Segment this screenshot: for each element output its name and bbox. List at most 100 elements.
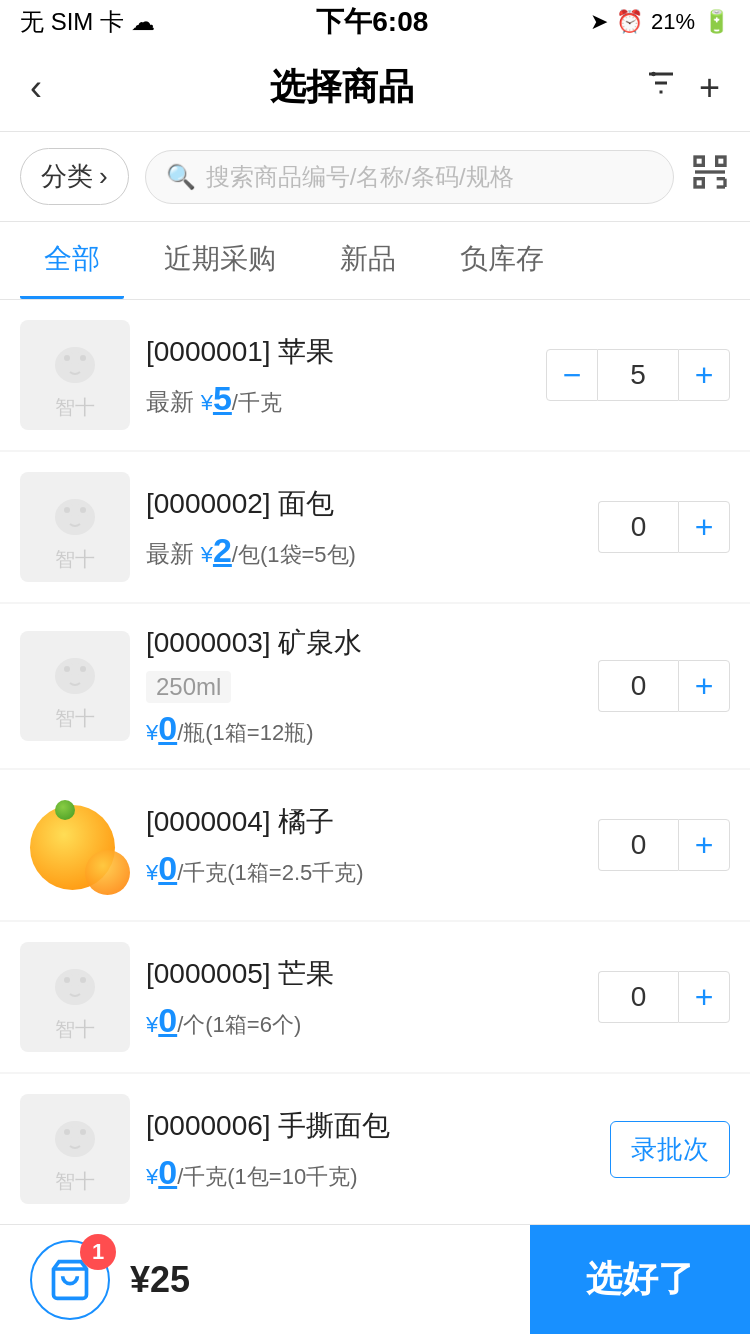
- svg-point-24: [64, 666, 70, 672]
- increase-button[interactable]: +: [678, 971, 730, 1023]
- battery-icon: 🔋: [703, 9, 730, 35]
- status-time: 下午6:08: [316, 3, 428, 41]
- tab-new[interactable]: 新品: [316, 222, 420, 299]
- quantity-input[interactable]: [598, 971, 678, 1023]
- search-icon: 🔍: [166, 163, 196, 191]
- product-image: [20, 790, 130, 900]
- svg-rect-5: [717, 157, 725, 165]
- placeholder-logo: 智十: [45, 1104, 105, 1195]
- quantity-control: − +: [546, 349, 730, 401]
- list-item: 智十 [0000005] 芒果 ¥0/个(1箱=6个) +: [0, 922, 750, 1072]
- nav-right: +: [643, 65, 720, 110]
- svg-point-16: [55, 499, 95, 535]
- add-button[interactable]: +: [699, 67, 720, 109]
- confirm-button[interactable]: 选好了: [530, 1225, 750, 1335]
- scan-button[interactable]: [690, 152, 730, 201]
- product-price: ¥0/千克(1包=10千克): [146, 1153, 594, 1192]
- product-price: ¥0/个(1箱=6个): [146, 1001, 582, 1040]
- status-left: 无 SIM 卡 ☁: [20, 6, 155, 38]
- product-name: [0000002] 面包: [146, 485, 582, 523]
- product-price: ¥0/瓶(1箱=12瓶): [146, 709, 582, 748]
- svg-point-35: [80, 1129, 86, 1135]
- product-image: 智十: [20, 320, 130, 430]
- quantity-control: +: [598, 819, 730, 871]
- product-info: [0000006] 手撕面包 ¥0/千克(1包=10千克): [146, 1107, 594, 1192]
- increase-button[interactable]: +: [678, 819, 730, 871]
- search-placeholder: 搜索商品编号/名称/条码/规格: [206, 161, 514, 193]
- svg-point-11: [55, 347, 95, 383]
- product-image: 智十: [20, 942, 130, 1052]
- alarm-icon: ⏰: [616, 9, 643, 35]
- cart-badge: 1: [80, 1234, 116, 1270]
- batch-button[interactable]: 录批次: [610, 1121, 730, 1178]
- svg-point-34: [64, 1129, 70, 1135]
- nav-bar: ‹ 选择商品 +: [0, 44, 750, 132]
- list-item: 智十 [0000001] 苹果 最新 ¥5/千克 − +: [0, 300, 750, 450]
- svg-point-15: [80, 355, 86, 361]
- cart-total: ¥25: [130, 1259, 190, 1301]
- product-name: [0000003] 矿泉水: [146, 624, 582, 662]
- svg-point-30: [80, 977, 86, 983]
- back-button[interactable]: ‹: [30, 67, 42, 109]
- quantity-input[interactable]: [598, 660, 678, 712]
- category-arrow: ›: [99, 161, 108, 192]
- product-image: 智十: [20, 472, 130, 582]
- list-item: [0000004] 橘子 ¥0/千克(1箱=2.5千克) +: [0, 770, 750, 920]
- svg-point-26: [55, 969, 95, 1005]
- product-price: 最新 ¥2/包(1袋=5包): [146, 531, 582, 570]
- quantity-control: +: [598, 501, 730, 553]
- increase-button[interactable]: +: [678, 349, 730, 401]
- quantity-input[interactable]: [598, 501, 678, 553]
- nav-left: ‹: [30, 67, 42, 109]
- status-bar: 无 SIM 卡 ☁ 下午6:08 ➤ ⏰ 21% 🔋: [0, 0, 750, 44]
- cart-button[interactable]: 1: [30, 1240, 110, 1320]
- placeholder-logo: 智十: [45, 330, 105, 421]
- svg-point-21: [55, 658, 95, 694]
- product-name: [0000005] 芒果: [146, 955, 582, 993]
- svg-point-25: [80, 666, 86, 672]
- product-image: 智十: [20, 1094, 130, 1204]
- list-item: 智十 [0000002] 面包 最新 ¥2/包(1袋=5包) +: [0, 452, 750, 602]
- product-price: ¥0/千克(1箱=2.5千克): [146, 849, 582, 888]
- tab-negative[interactable]: 负库存: [436, 222, 568, 299]
- location-icon: ➤: [590, 9, 608, 35]
- increase-button[interactable]: +: [678, 660, 730, 712]
- quantity-control: +: [598, 971, 730, 1023]
- product-info: [0000004] 橘子 ¥0/千克(1箱=2.5千克): [146, 803, 582, 888]
- status-right: ➤ ⏰ 21% 🔋: [590, 9, 730, 35]
- placeholder-logo: 智十: [45, 641, 105, 732]
- product-info: [0000003] 矿泉水 250ml ¥0/瓶(1箱=12瓶): [146, 624, 582, 748]
- bottom-bar: 1 ¥25 选好了: [0, 1224, 750, 1334]
- svg-point-14: [64, 355, 70, 361]
- quantity-input[interactable]: [598, 349, 678, 401]
- svg-point-3: [651, 72, 656, 77]
- category-button[interactable]: 分类 ›: [20, 148, 129, 205]
- product-name: [0000006] 手撕面包: [146, 1107, 594, 1145]
- list-item: 智十 [0000006] 手撕面包 ¥0/千克(1包=10千克) 录批次: [0, 1074, 750, 1224]
- product-spec: 250ml: [146, 671, 231, 703]
- product-info: [0000002] 面包 最新 ¥2/包(1袋=5包): [146, 485, 582, 570]
- product-name: [0000001] 苹果: [146, 333, 530, 371]
- page-title: 选择商品: [270, 63, 414, 112]
- increase-button[interactable]: +: [678, 501, 730, 553]
- quantity-input[interactable]: [598, 819, 678, 871]
- svg-point-31: [55, 1121, 95, 1157]
- product-price: 最新 ¥5/千克: [146, 379, 530, 418]
- filter-button[interactable]: [643, 65, 679, 110]
- svg-point-19: [64, 507, 70, 513]
- cart-section: 1 ¥25: [0, 1240, 530, 1320]
- tab-all[interactable]: 全部: [20, 222, 124, 299]
- tab-recent[interactable]: 近期采购: [140, 222, 300, 299]
- category-label: 分类: [41, 159, 93, 194]
- search-box[interactable]: 🔍 搜索商品编号/名称/条码/规格: [145, 150, 674, 204]
- svg-point-29: [64, 977, 70, 983]
- placeholder-logo: 智十: [45, 482, 105, 573]
- list-item: 智十 [0000003] 矿泉水 250ml ¥0/瓶(1箱=12瓶) +: [0, 604, 750, 768]
- quantity-control: 录批次: [610, 1121, 730, 1178]
- quantity-control: +: [598, 660, 730, 712]
- battery-status: 21%: [651, 9, 695, 35]
- placeholder-logo: 智十: [45, 952, 105, 1043]
- product-image: 智十: [20, 631, 130, 741]
- decrease-button[interactable]: −: [546, 349, 598, 401]
- product-name: [0000004] 橘子: [146, 803, 582, 841]
